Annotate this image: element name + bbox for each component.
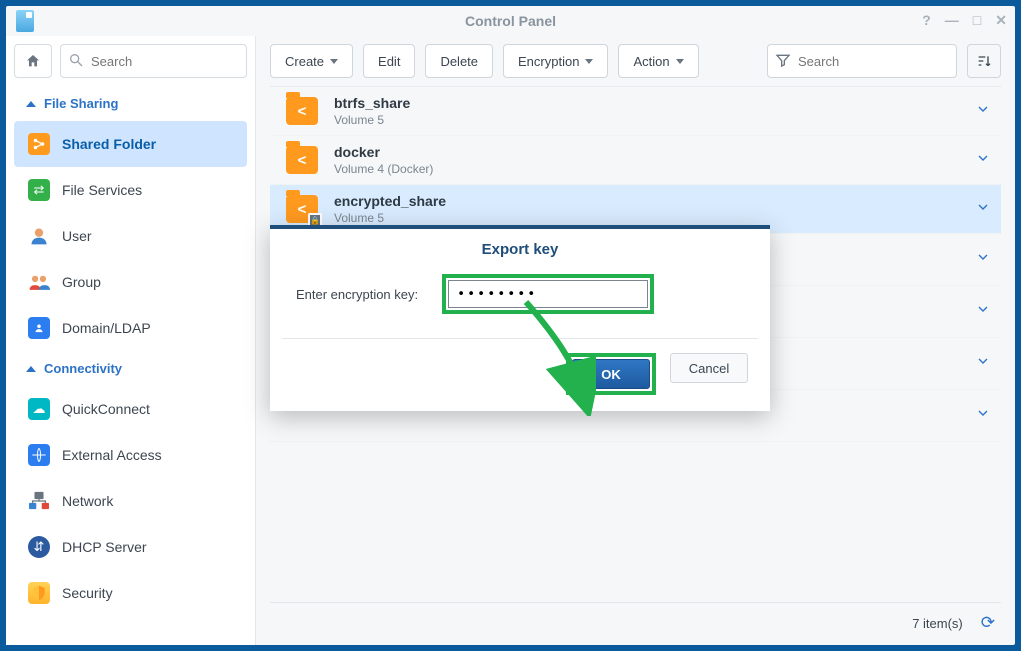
dhcp-server-icon: ⇵: [28, 536, 50, 558]
nav-label: External Access: [62, 447, 162, 463]
caret-down-icon: [676, 59, 684, 64]
highlight-box: [442, 274, 654, 314]
domain-ldap-icon: [28, 317, 50, 339]
nav-external-access[interactable]: External Access: [14, 432, 247, 478]
nav-domain-ldap[interactable]: Domain/LDAP: [14, 305, 247, 351]
chevron-down-icon[interactable]: [975, 353, 991, 374]
network-icon: [28, 490, 50, 512]
export-key-dialog: Export key Enter encryption key: OK Canc…: [270, 225, 770, 411]
chevron-down-icon[interactable]: [975, 249, 991, 270]
toolbar: Create Edit Delete Encryption Action: [270, 44, 1001, 78]
nav-label: Security: [62, 585, 113, 601]
refresh-button[interactable]: ⟳: [981, 613, 995, 633]
chevron-down-icon[interactable]: [975, 301, 991, 322]
close-button[interactable]: ✕: [995, 12, 1007, 29]
section-label: File Sharing: [44, 96, 118, 111]
toolbar-search-input[interactable]: [767, 44, 957, 78]
nav-label: File Services: [62, 182, 142, 198]
nav-shared-folder[interactable]: Shared Folder: [14, 121, 247, 167]
ok-button[interactable]: OK: [572, 359, 650, 389]
filter-icon: [775, 52, 791, 73]
chevron-up-icon: [26, 101, 36, 107]
chevron-up-icon: [26, 366, 36, 372]
nav-label: Shared Folder: [62, 136, 156, 152]
encryption-key-input[interactable]: [448, 280, 648, 308]
section-connectivity[interactable]: Connectivity: [14, 351, 255, 386]
share-row[interactable]: < btrfs_share Volume 5: [270, 87, 1001, 136]
caret-down-icon: [330, 59, 338, 64]
nav-security[interactable]: Security: [14, 570, 247, 616]
chevron-down-icon[interactable]: [975, 150, 991, 171]
nav-dhcp-server[interactable]: ⇵ DHCP Server: [14, 524, 247, 570]
control-panel-window: Control Panel ? — □ ✕: [6, 6, 1015, 645]
nav-label: Domain/LDAP: [62, 320, 151, 336]
nav-label: DHCP Server: [62, 539, 147, 555]
nav-user[interactable]: User: [14, 213, 247, 259]
minimize-button[interactable]: —: [945, 12, 959, 29]
action-button[interactable]: Action: [618, 44, 698, 78]
chevron-down-icon[interactable]: [975, 405, 991, 426]
share-sub: Volume 4 (Docker): [334, 162, 433, 176]
caret-down-icon: [585, 59, 593, 64]
cancel-button[interactable]: Cancel: [670, 353, 748, 383]
highlight-box: OK: [566, 353, 656, 395]
nav-label: User: [62, 228, 92, 244]
share-name: btrfs_share: [334, 95, 410, 111]
sort-button[interactable]: [967, 44, 1001, 78]
edit-button[interactable]: Edit: [363, 44, 415, 78]
maximize-button[interactable]: □: [973, 12, 981, 29]
nav-network[interactable]: Network: [14, 478, 247, 524]
nav-quickconnect[interactable]: ☁ QuickConnect: [14, 386, 247, 432]
encrypted-folder-icon: <🔒: [286, 195, 318, 223]
nav-label: Group: [62, 274, 101, 290]
home-icon: [25, 53, 41, 69]
help-button[interactable]: ?: [922, 12, 931, 29]
search-icon: [68, 52, 84, 73]
shared-folder-icon: [28, 133, 50, 155]
quickconnect-icon: ☁: [28, 398, 50, 420]
file-services-icon: ⇄: [28, 179, 50, 201]
create-button[interactable]: Create: [270, 44, 353, 78]
chevron-down-icon[interactable]: [975, 101, 991, 122]
sidebar-search-input[interactable]: [60, 44, 247, 78]
share-row[interactable]: < docker Volume 4 (Docker): [270, 136, 1001, 185]
group-icon: [28, 271, 50, 293]
encryption-button[interactable]: Encryption: [503, 44, 608, 78]
item-count: 7 item(s): [912, 616, 963, 631]
share-folder-icon: <: [286, 97, 318, 125]
sidebar: File Sharing Shared Folder ⇄ File Servic…: [6, 36, 256, 645]
chevron-down-icon[interactable]: [975, 199, 991, 220]
nav-group[interactable]: Group: [14, 259, 247, 305]
nav-label: QuickConnect: [62, 401, 150, 417]
share-sub: Volume 5: [334, 211, 446, 225]
footer: 7 item(s) ⟳: [270, 602, 1001, 637]
titlebar: Control Panel ? — □ ✕: [6, 6, 1015, 36]
share-name: encrypted_share: [334, 193, 446, 209]
delete-button[interactable]: Delete: [425, 44, 493, 78]
share-name: docker: [334, 144, 433, 160]
encryption-key-label: Enter encryption key:: [296, 287, 418, 302]
external-access-icon: [28, 444, 50, 466]
share-sub: Volume 5: [334, 113, 410, 127]
dialog-title: Export key: [270, 229, 770, 268]
nav-file-services[interactable]: ⇄ File Services: [14, 167, 247, 213]
nav-label: Network: [62, 493, 113, 509]
share-folder-icon: <: [286, 146, 318, 174]
home-button[interactable]: [14, 44, 52, 78]
window-title: Control Panel: [6, 13, 1015, 29]
user-icon: [28, 225, 50, 247]
security-icon: [28, 582, 50, 604]
section-file-sharing[interactable]: File Sharing: [14, 86, 255, 121]
section-label: Connectivity: [44, 361, 122, 376]
